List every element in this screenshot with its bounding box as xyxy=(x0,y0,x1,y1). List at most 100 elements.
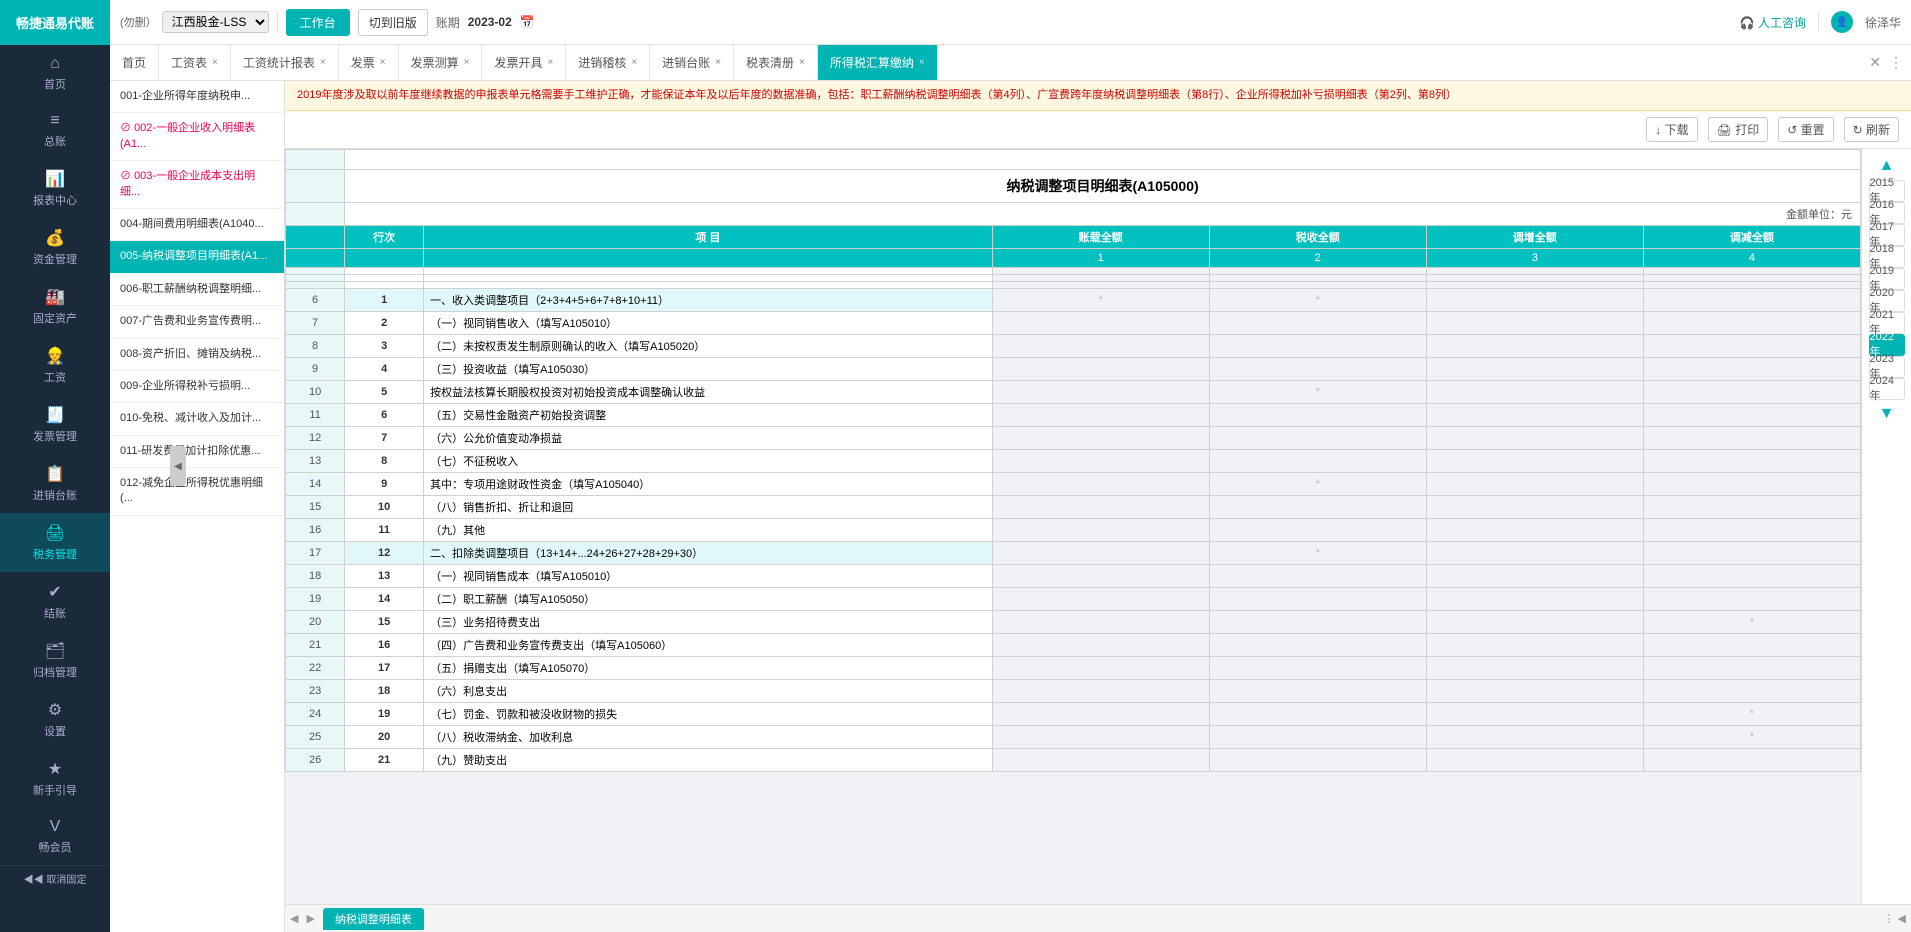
col-c3[interactable] xyxy=(1426,311,1643,334)
col-c1[interactable] xyxy=(992,495,1209,518)
tab-input-ledger-close[interactable]: × xyxy=(715,57,721,68)
left-item-009[interactable]: 009-企业所得税补亏损明... xyxy=(110,371,284,403)
left-item-010[interactable]: 010-免税、减计收入及加计... xyxy=(110,403,284,435)
tab-invoice[interactable]: 发票 × xyxy=(339,45,399,80)
col-c2[interactable] xyxy=(1209,587,1426,610)
col-c1[interactable] xyxy=(992,472,1209,495)
col-c3[interactable] xyxy=(1426,679,1643,702)
left-item-005[interactable]: 005-纳税调整项目明细表(A1... xyxy=(110,241,284,273)
panel-collapse-handle[interactable]: ◀ xyxy=(170,446,186,486)
col-hang[interactable]: 9 xyxy=(345,472,424,495)
col-c3[interactable] xyxy=(1426,449,1643,472)
col-c4[interactable] xyxy=(1643,656,1860,679)
col-c4[interactable] xyxy=(1643,357,1860,380)
col-item[interactable]: （八）税收滞纳金、加收利息 xyxy=(424,725,992,748)
col-c2[interactable] xyxy=(1209,679,1426,702)
col-hang[interactable]: 15 xyxy=(345,610,424,633)
col-c2[interactable] xyxy=(1209,311,1426,334)
col-item[interactable]: （五）交易性金融资产初始投资调整 xyxy=(424,403,992,426)
col-c3[interactable] xyxy=(1426,748,1643,771)
col-c2[interactable] xyxy=(1209,702,1426,725)
tab-invoice-close[interactable]: × xyxy=(380,57,386,68)
print-button[interactable]: 🖨 打印 xyxy=(1708,117,1769,142)
company-selector[interactable]: (勿删） 江西股金-LSS xyxy=(120,11,269,33)
col-c1[interactable] xyxy=(992,656,1209,679)
col-c4[interactable] xyxy=(1643,274,1860,281)
left-item-012[interactable]: 012-减免企业所得税优惠明细(... xyxy=(110,468,284,516)
col-c4[interactable] xyxy=(1643,281,1860,288)
col-item[interactable] xyxy=(424,281,992,288)
left-item-002[interactable]: ⊘ 002-一般企业收入明细表(A1... xyxy=(110,113,284,161)
download-button[interactable]: ↓ 下载 xyxy=(1646,117,1697,142)
col-c3[interactable] xyxy=(1426,334,1643,357)
col-c4[interactable] xyxy=(1643,267,1860,274)
col-c2[interactable] xyxy=(1209,495,1426,518)
col-c3[interactable] xyxy=(1426,495,1643,518)
col-c1[interactable] xyxy=(992,679,1209,702)
col-c3[interactable] xyxy=(1426,725,1643,748)
col-c4[interactable] xyxy=(1643,288,1860,311)
col-c2[interactable]: * xyxy=(1209,288,1426,311)
col-c2[interactable] xyxy=(1209,656,1426,679)
col-c1[interactable] xyxy=(992,725,1209,748)
workbench-button[interactable]: 工作台 xyxy=(286,9,350,36)
col-c2[interactable] xyxy=(1209,274,1426,281)
col-c1[interactable] xyxy=(992,541,1209,564)
col-c1[interactable] xyxy=(992,564,1209,587)
col-item[interactable]: （二）职工薪酬（填写A105050） xyxy=(424,587,992,610)
col-item[interactable]: （一）视同销售收入（填写A105010） xyxy=(424,311,992,334)
col-c3[interactable] xyxy=(1426,281,1643,288)
col-c3[interactable] xyxy=(1426,403,1643,426)
col-c2[interactable] xyxy=(1209,281,1426,288)
col-c3[interactable] xyxy=(1426,610,1643,633)
col-hang[interactable]: 11 xyxy=(345,518,424,541)
col-item[interactable]: （三）投资收益（填写A105030） xyxy=(424,357,992,380)
col-c2[interactable] xyxy=(1209,267,1426,274)
left-item-003[interactable]: ⊘ 003-一般企业成本支出明细... xyxy=(110,161,284,209)
col-c3[interactable] xyxy=(1426,564,1643,587)
col-hang[interactable]: 18 xyxy=(345,679,424,702)
col-c1[interactable] xyxy=(992,267,1209,274)
col-item[interactable]: （三）业务招待费支出 xyxy=(424,610,992,633)
col-c4[interactable] xyxy=(1643,541,1860,564)
tab-income-tax-close[interactable]: × xyxy=(919,57,925,68)
sidebar-item-member[interactable]: V 畅会员 xyxy=(0,808,110,865)
service-label[interactable]: 🎧 人工咨询 xyxy=(1740,14,1806,31)
col-c1[interactable] xyxy=(992,380,1209,403)
sidebar-item-report-center[interactable]: 📊 报表中心 xyxy=(0,159,110,218)
col-item[interactable]: （五）捐赠支出（填写A105070） xyxy=(424,656,992,679)
col-c1[interactable] xyxy=(992,403,1209,426)
col-c1[interactable] xyxy=(992,633,1209,656)
spreadsheet-scroll[interactable]: 纳税调整项目明细表(A105000) 金额单位：元 行次 xyxy=(285,149,1861,905)
col-hang[interactable]: 21 xyxy=(345,748,424,771)
tab-invoice-calc-close[interactable]: × xyxy=(464,57,470,68)
tab-input-ledger[interactable]: 进销台账 × xyxy=(650,45,734,80)
col-c1[interactable] xyxy=(992,311,1209,334)
col-item[interactable]: （九）其他 xyxy=(424,518,992,541)
col-c2[interactable] xyxy=(1209,357,1426,380)
col-c4[interactable] xyxy=(1643,587,1860,610)
col-c2[interactable] xyxy=(1209,748,1426,771)
col-c4[interactable] xyxy=(1643,426,1860,449)
sidebar-item-settings[interactable]: ⚙ 设置 xyxy=(0,690,110,749)
col-hang[interactable]: 4 xyxy=(345,357,424,380)
left-item-007[interactable]: 007-广告费和业务宣传费明... xyxy=(110,306,284,338)
switch-old-button[interactable]: 切到旧版 xyxy=(358,9,428,36)
col-c1[interactable] xyxy=(992,518,1209,541)
col-c4[interactable] xyxy=(1643,564,1860,587)
left-item-011[interactable]: 011-研发费用加计扣除优惠... xyxy=(110,436,284,468)
col-c2[interactable] xyxy=(1209,633,1426,656)
col-c3[interactable] xyxy=(1426,426,1643,449)
col-c3[interactable] xyxy=(1426,702,1643,725)
col-hang[interactable]: 7 xyxy=(345,426,424,449)
col-c2[interactable] xyxy=(1209,518,1426,541)
tab-invoice-open-close[interactable]: × xyxy=(547,57,553,68)
col-item[interactable]: （六）公允价值变动净损益 xyxy=(424,426,992,449)
col-item[interactable] xyxy=(424,267,992,274)
left-item-006[interactable]: 006-职工薪酬纳税调整明细... xyxy=(110,274,284,306)
sidebar-item-new-guide[interactable]: ★ 新手引导 xyxy=(0,749,110,808)
sidebar-item-tax-mgmt[interactable]: 🖨 税务管理 xyxy=(0,513,110,572)
col-item[interactable]: 其中：专项用途财政性资金（填写A105040） xyxy=(424,472,992,495)
col-hang[interactable]: 16 xyxy=(345,633,424,656)
col-item[interactable] xyxy=(424,274,992,281)
